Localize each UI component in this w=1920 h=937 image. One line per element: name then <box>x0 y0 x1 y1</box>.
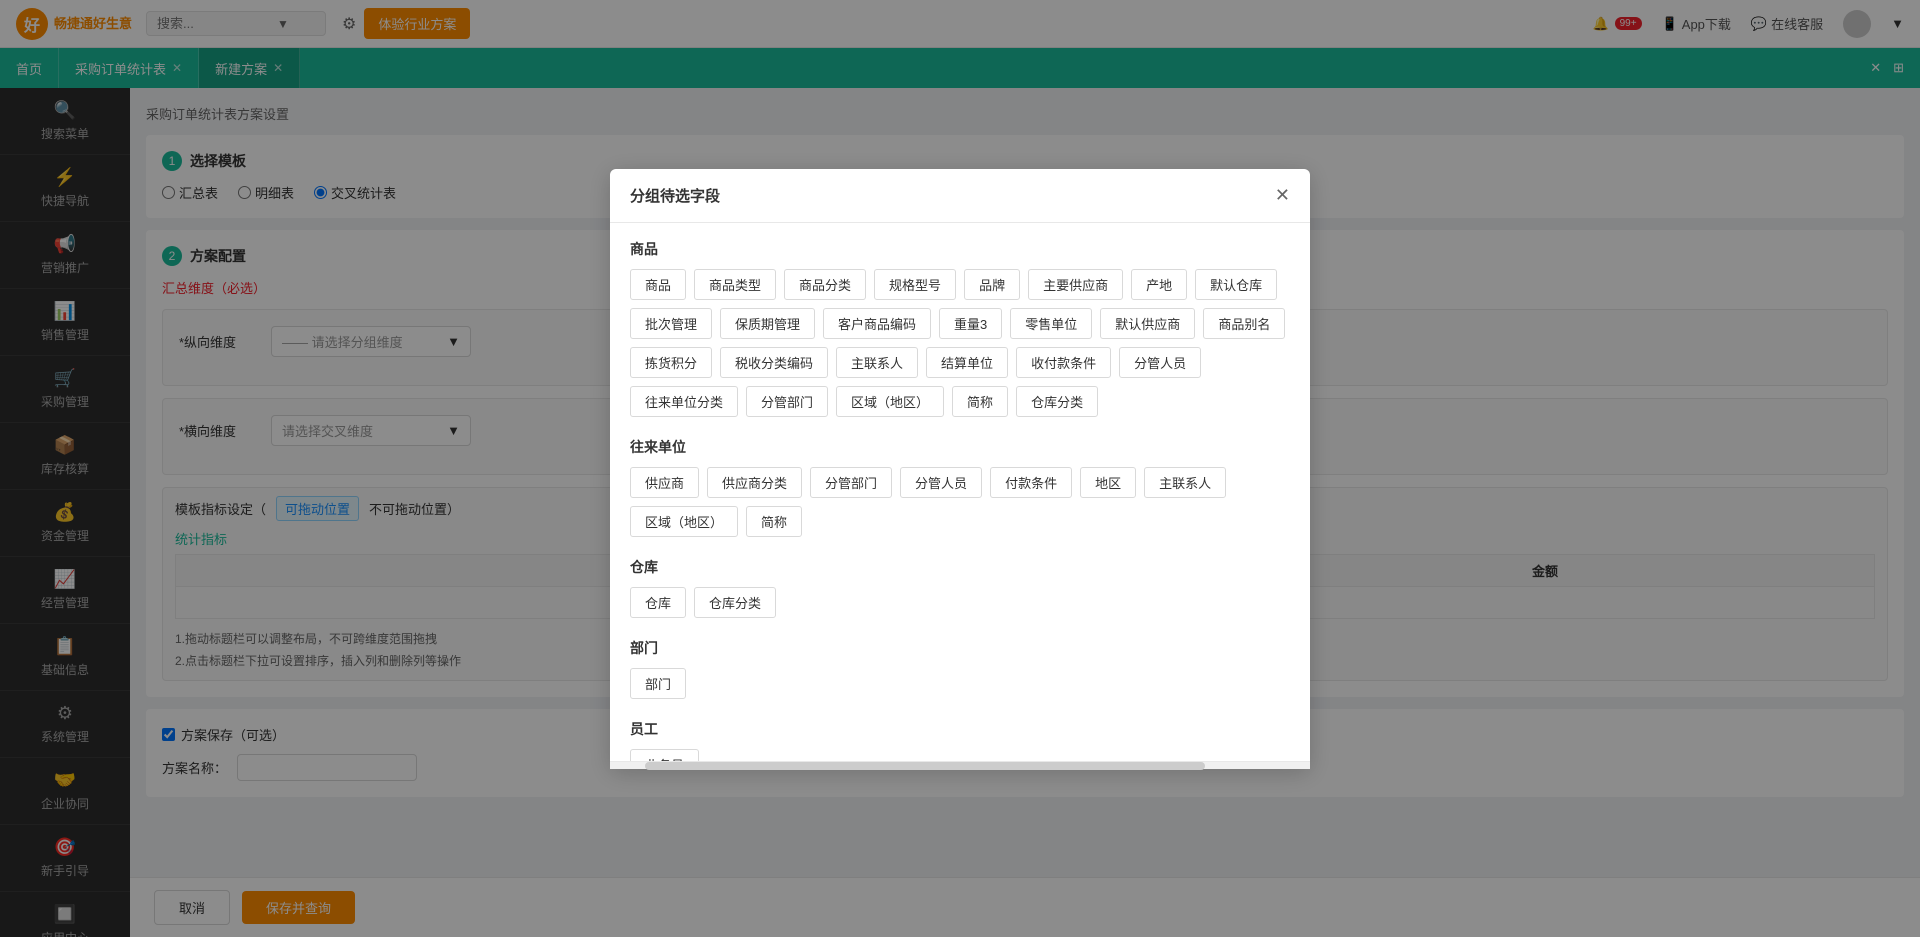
field-tag[interactable]: 保质期管理 <box>720 308 815 339</box>
field-tag[interactable]: 仓库分类 <box>1016 386 1098 417</box>
field-tag[interactable]: 客户商品编码 <box>823 308 931 339</box>
field-tag[interactable]: 拣货积分 <box>630 347 712 378</box>
field-tags: 部门 <box>630 668 1290 699</box>
modal-horizontal-scrollbar[interactable] <box>610 761 1310 769</box>
field-tag[interactable]: 商品分类 <box>784 269 866 300</box>
field-tag[interactable]: 收付款条件 <box>1016 347 1111 378</box>
field-tag[interactable]: 付款条件 <box>990 467 1072 498</box>
field-tag[interactable]: 往来单位分类 <box>630 386 738 417</box>
field-tag[interactable]: 区域（地区） <box>836 386 944 417</box>
field-tag[interactable]: 商品类型 <box>694 269 776 300</box>
field-section-title: 部门 <box>630 638 1290 658</box>
field-tag[interactable]: 默认仓库 <box>1195 269 1277 300</box>
modal-body: 商品商品商品类型商品分类规格型号品牌主要供应商产地默认仓库批次管理保质期管理客户… <box>610 223 1310 761</box>
field-tag[interactable]: 简称 <box>952 386 1008 417</box>
modal-close-button[interactable]: ✕ <box>1275 185 1290 206</box>
field-tag[interactable]: 供应商 <box>630 467 699 498</box>
field-tag[interactable]: 批次管理 <box>630 308 712 339</box>
modal-hscroll-thumb <box>645 762 1205 770</box>
field-tags: 业务员 <box>630 749 1290 761</box>
modal: 分组待选字段 ✕ 商品商品商品类型商品分类规格型号品牌主要供应商产地默认仓库批次… <box>610 169 1310 769</box>
field-tag[interactable]: 零售单位 <box>1010 308 1092 339</box>
field-tag[interactable]: 地区 <box>1080 467 1136 498</box>
field-tag[interactable]: 默认供应商 <box>1100 308 1195 339</box>
field-tag[interactable]: 主联系人 <box>1144 467 1226 498</box>
field-tags: 仓库仓库分类 <box>630 587 1290 618</box>
field-tag[interactable]: 仓库分类 <box>694 587 776 618</box>
field-tag[interactable]: 分管人员 <box>1119 347 1201 378</box>
field-tag[interactable]: 业务员 <box>630 749 699 761</box>
field-tag[interactable]: 结算单位 <box>926 347 1008 378</box>
field-section-仓库: 仓库仓库仓库分类 <box>630 557 1290 618</box>
field-tag[interactable]: 区域（地区） <box>630 506 738 537</box>
field-tag[interactable]: 重量3 <box>939 308 1002 339</box>
field-tag[interactable]: 商品别名 <box>1203 308 1285 339</box>
field-tag[interactable]: 分管人员 <box>900 467 982 498</box>
field-tag[interactable]: 商品 <box>630 269 686 300</box>
field-section-商品: 商品商品商品类型商品分类规格型号品牌主要供应商产地默认仓库批次管理保质期管理客户… <box>630 239 1290 417</box>
field-section-部门: 部门部门 <box>630 638 1290 699</box>
field-section-title: 往来单位 <box>630 437 1290 457</box>
field-tag[interactable]: 供应商分类 <box>707 467 802 498</box>
field-tag[interactable]: 主联系人 <box>836 347 918 378</box>
field-tags: 供应商供应商分类分管部门分管人员付款条件地区主联系人区域（地区） 简称 <box>630 467 1290 537</box>
field-tag[interactable]: 仓库 <box>630 587 686 618</box>
modal-header: 分组待选字段 ✕ <box>610 169 1310 223</box>
field-section-员工: 员工业务员 <box>630 719 1290 761</box>
field-section-title: 商品 <box>630 239 1290 259</box>
modal-overlay[interactable]: 分组待选字段 ✕ 商品商品商品类型商品分类规格型号品牌主要供应商产地默认仓库批次… <box>0 0 1920 937</box>
field-section-title: 仓库 <box>630 557 1290 577</box>
field-tag[interactable]: 简称 <box>746 506 802 537</box>
field-section-往来单位: 往来单位供应商供应商分类分管部门分管人员付款条件地区主联系人区域（地区） 简称 <box>630 437 1290 537</box>
field-tag[interactable]: 主要供应商 <box>1028 269 1123 300</box>
field-tag[interactable]: 产地 <box>1131 269 1187 300</box>
field-section-title: 员工 <box>630 719 1290 739</box>
modal-title: 分组待选字段 <box>630 185 720 206</box>
field-tag[interactable]: 部门 <box>630 668 686 699</box>
field-tag[interactable]: 分管部门 <box>810 467 892 498</box>
field-tag[interactable]: 分管部门 <box>746 386 828 417</box>
field-tags: 商品商品类型商品分类规格型号品牌主要供应商产地默认仓库批次管理保质期管理客户商品… <box>630 269 1290 417</box>
field-tag[interactable]: 规格型号 <box>874 269 956 300</box>
field-tag[interactable]: 税收分类编码 <box>720 347 828 378</box>
field-tag[interactable]: 品牌 <box>964 269 1020 300</box>
